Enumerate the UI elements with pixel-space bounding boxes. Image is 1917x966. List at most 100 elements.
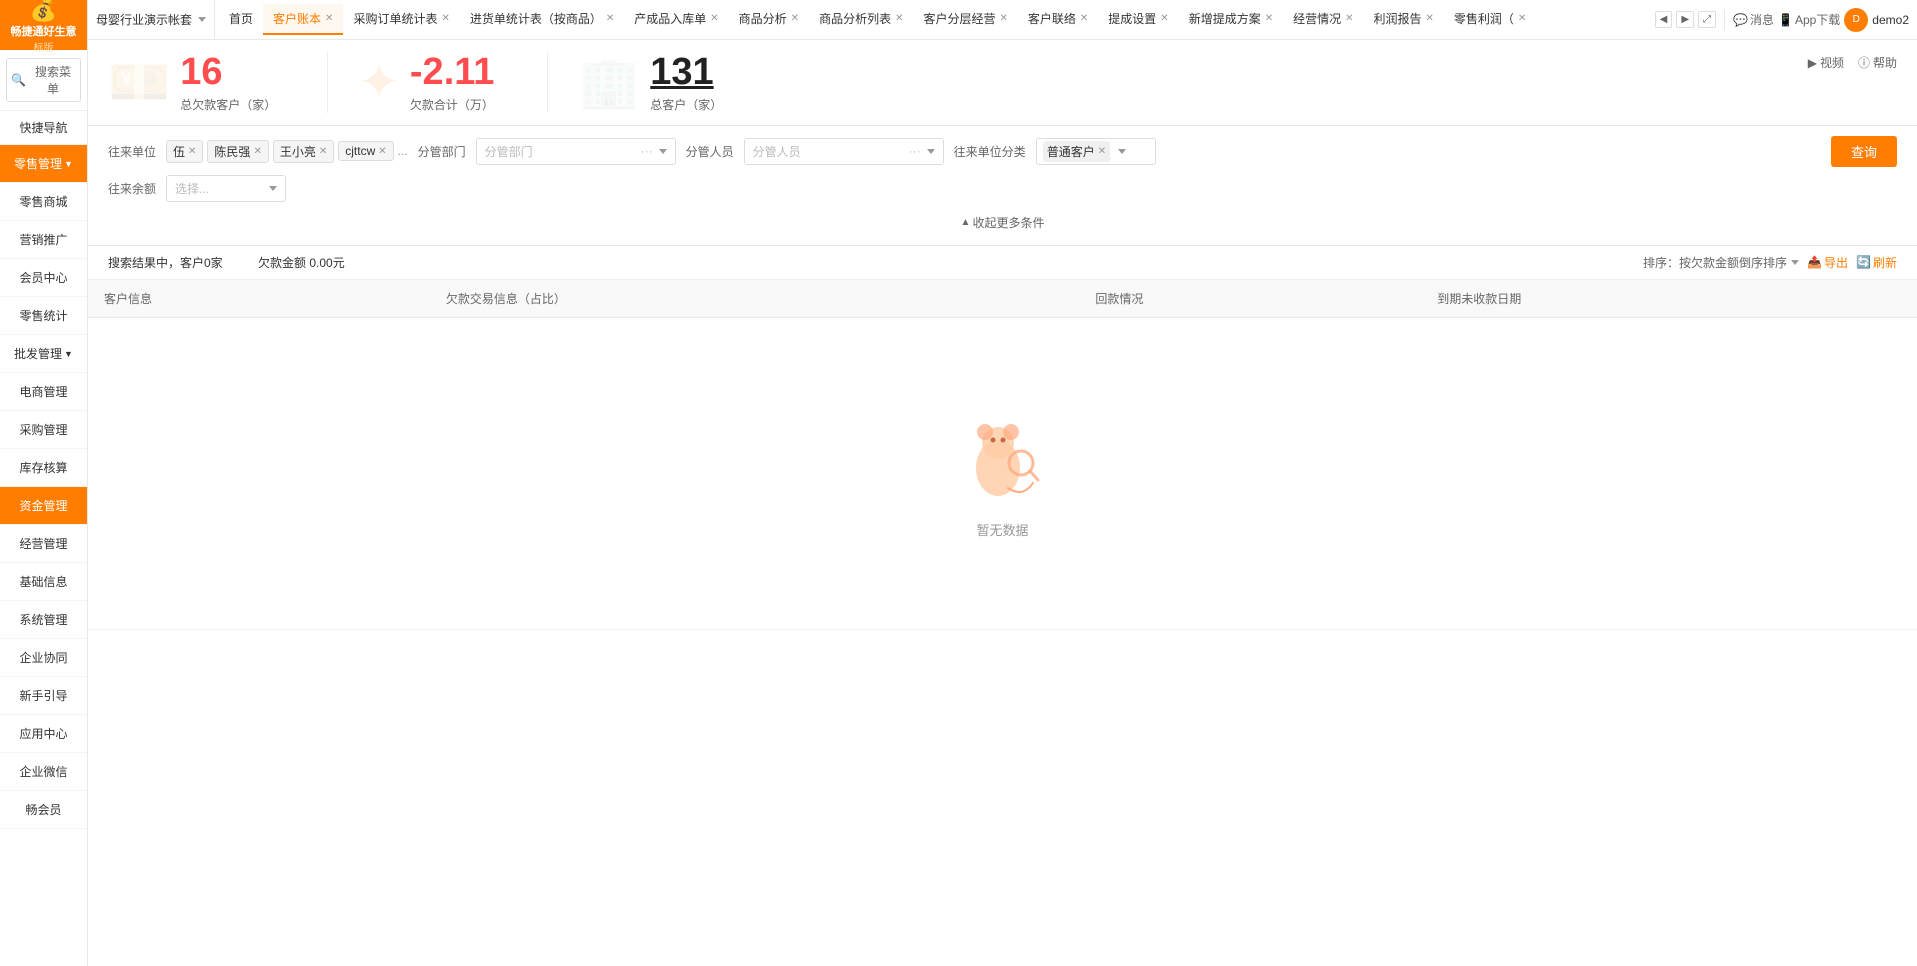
filter-tag-cjttcw: cjttcw ✕ (338, 141, 393, 161)
department-filter-label: 分管部门 (418, 143, 466, 160)
refresh-button[interactable]: 🔄 刷新 (1856, 254, 1897, 271)
sidebar-item-inventory[interactable]: 库存核算 (0, 449, 87, 487)
sidebar-item-marketing[interactable]: 营销推广 (0, 221, 87, 259)
sidebar-item-batch-mgmt[interactable]: 批发管理 ▼ (0, 335, 87, 373)
sidebar-item-label: 资金管理 (19, 499, 67, 513)
sidebar-item-vip-member[interactable]: 畅会员 (0, 791, 87, 829)
account-dropdown[interactable]: 母婴行业演示帐套 (88, 0, 215, 40)
sidebar-item-purchase-mgmt[interactable]: 采购管理 (0, 411, 87, 449)
sidebar-item-label: 新手引导 (19, 689, 67, 703)
close-icon[interactable]: ✕ (325, 13, 333, 24)
search-menu-button[interactable]: 🔍 搜索菜单 (6, 58, 81, 102)
sidebar-item-operations-mgmt[interactable]: 经营管理 (0, 525, 87, 563)
nav-tab-purchase-orders[interactable]: 采购订单统计表 ✕ (343, 4, 459, 35)
sidebar-item-finance[interactable]: 资金管理 (0, 487, 87, 525)
sidebar-item-new-guide[interactable]: 新手引导 (0, 677, 87, 715)
tag-close-icon[interactable]: ✕ (1098, 146, 1106, 157)
sidebar-item-app-center[interactable]: 应用中心 (0, 715, 87, 753)
username-label: demo2 (1872, 13, 1909, 27)
nav-tab-product-analysis[interactable]: 商品分析 ✕ (729, 4, 809, 35)
sidebar-item-member-center[interactable]: 会员中心 (0, 259, 87, 297)
tag-text: 陈民强 (214, 143, 250, 160)
quick-nav-button[interactable]: 快捷导航 (0, 111, 87, 145)
nav-tab-home[interactable]: 首页 (219, 4, 263, 35)
close-icon[interactable]: ✕ (710, 13, 718, 24)
nav-tab-retail-profit[interactable]: 零售利润（ ✕ (1444, 4, 1536, 35)
close-icon[interactable]: ✕ (606, 13, 614, 24)
nav-tab-accounts-receivable[interactable]: 客户账本 ✕ (263, 4, 343, 35)
stat-block-content: 16 总欠款客户（家） (180, 52, 276, 113)
close-icon[interactable]: ✕ (1518, 13, 1526, 24)
col-repay-info: 回款情况 (1079, 280, 1421, 318)
person-select[interactable]: 分管人员 ··· (744, 138, 944, 165)
app-logo: 💰 畅捷通好生意 标版 (0, 0, 87, 50)
app-download-button[interactable]: 📱 App下载 (1778, 11, 1840, 28)
col-due-date: 到期未收款日期 (1421, 280, 1917, 318)
chevron-down-icon: ▼ (64, 349, 73, 359)
nav-right-controls: ◀ ▶ ⤢ 💬 消息 📱 App下载 D demo2 (1647, 8, 1917, 32)
filter-row-1: 往来单位 伍 ✕ 陈民强 ✕ 王小亮 ✕ cjttcw ✕ ... (108, 136, 1897, 167)
video-button[interactable]: ▶ 视频 (1808, 54, 1844, 71)
sidebar-item-enterprise-wechat[interactable]: 企业微信 (0, 753, 87, 791)
nav-tab-customer-contact[interactable]: 客户联络 ✕ (1018, 4, 1098, 35)
nav-tab-new-promo[interactable]: 新增提成方案 ✕ (1179, 4, 1283, 35)
sidebar-item-basic-info[interactable]: 基础信息 (0, 563, 87, 601)
unit-category-select[interactable]: 普通客户 ✕ (1036, 138, 1156, 165)
tag-close-icon[interactable]: ✕ (253, 146, 261, 157)
nav-scroll-right-button[interactable]: ▶ (1676, 11, 1694, 28)
nav-tab-label: 客户联络 (1028, 10, 1076, 27)
nav-tab-label: 客户分层经营 (923, 10, 995, 27)
nav-scroll-left-button[interactable]: ◀ (1655, 11, 1673, 28)
close-icon[interactable]: ✕ (1265, 13, 1273, 24)
tag-close-icon[interactable]: ✕ (378, 146, 386, 157)
nav-tab-profit-report[interactable]: 利润报告 ✕ (1364, 4, 1444, 35)
tag-close-icon[interactable]: ✕ (319, 146, 327, 157)
close-icon[interactable]: ✕ (1160, 13, 1168, 24)
more-tags-button[interactable]: ... (398, 144, 408, 158)
receivable-bg-icon: ✦ (358, 57, 400, 107)
sidebar-item-retail-mall[interactable]: 零售商城 (0, 183, 87, 221)
close-icon[interactable]: ✕ (1345, 13, 1353, 24)
nav-tab-promo-settings[interactable]: 提成设置 ✕ (1098, 4, 1178, 35)
help-button[interactable]: ⓘ 帮助 (1858, 54, 1897, 71)
export-icon: 📤 (1807, 255, 1822, 269)
sidebar-item-label: 经营管理 (19, 537, 67, 551)
tag-close-icon[interactable]: ✕ (188, 146, 196, 157)
nav-tab-instock-stats[interactable]: 进货单统计表（按商品） ✕ (460, 4, 624, 35)
more-options-icon: ··· (641, 144, 653, 158)
collapse-more-button[interactable]: ▲ 收起更多条件 (108, 210, 1897, 235)
help-icon: ⓘ (1858, 54, 1870, 71)
nav-tab-customer-tier[interactable]: 客户分层经营 ✕ (913, 4, 1017, 35)
sidebar-item-enterprise-collab[interactable]: 企业协同 (0, 639, 87, 677)
sidebar-item-system-mgmt[interactable]: 系统管理 (0, 601, 87, 639)
sidebar-item-label: 企业协同 (19, 651, 67, 665)
export-button[interactable]: 📤 导出 (1807, 254, 1848, 271)
customers-bg-icon: 💴 (108, 57, 170, 107)
close-icon[interactable]: ✕ (791, 13, 799, 24)
query-button[interactable]: 查询 (1831, 136, 1897, 167)
sort-button[interactable]: 排序：按欠款金额倒序排序 (1643, 254, 1799, 271)
sidebar-item-label: 批发管理 (14, 345, 62, 362)
nav-tab-cost-stock[interactable]: 产成品入库单 ✕ (624, 4, 728, 35)
balance-select[interactable]: 选择... (166, 175, 286, 202)
sidebar-item-retail-mgmt[interactable]: 零售管理 ▼ (0, 145, 87, 183)
message-button[interactable]: 💬 消息 (1733, 11, 1774, 28)
video-help-area: ▶ 视频 ⓘ 帮助 (1808, 54, 1897, 71)
close-icon[interactable]: ✕ (895, 13, 903, 24)
close-icon[interactable]: ✕ (999, 13, 1007, 24)
nav-tab-operations[interactable]: 经营情况 ✕ (1283, 4, 1363, 35)
department-select[interactable]: 分管部门 ··· (476, 138, 676, 165)
nav-maximize-button[interactable]: ⤢ (1698, 11, 1716, 28)
close-icon[interactable]: ✕ (1080, 13, 1088, 24)
balance-placeholder: 选择... (175, 180, 263, 197)
sidebar-item-retail-stats[interactable]: 零售统计 (0, 297, 87, 335)
user-avatar[interactable]: D (1844, 8, 1868, 32)
sidebar-item-ecommerce[interactable]: 电商管理 (0, 373, 87, 411)
close-icon[interactable]: ✕ (1426, 13, 1434, 24)
nav-tab-product-analysis-list[interactable]: 商品分析列表 ✕ (809, 4, 913, 35)
tag-text: 普通客户 (1047, 143, 1095, 160)
account-name: 母婴行业演示帐套 (96, 11, 192, 28)
department-placeholder: 分管部门 (485, 143, 637, 160)
sidebar-item-label: 库存核算 (19, 461, 67, 475)
close-icon[interactable]: ✕ (441, 13, 449, 24)
